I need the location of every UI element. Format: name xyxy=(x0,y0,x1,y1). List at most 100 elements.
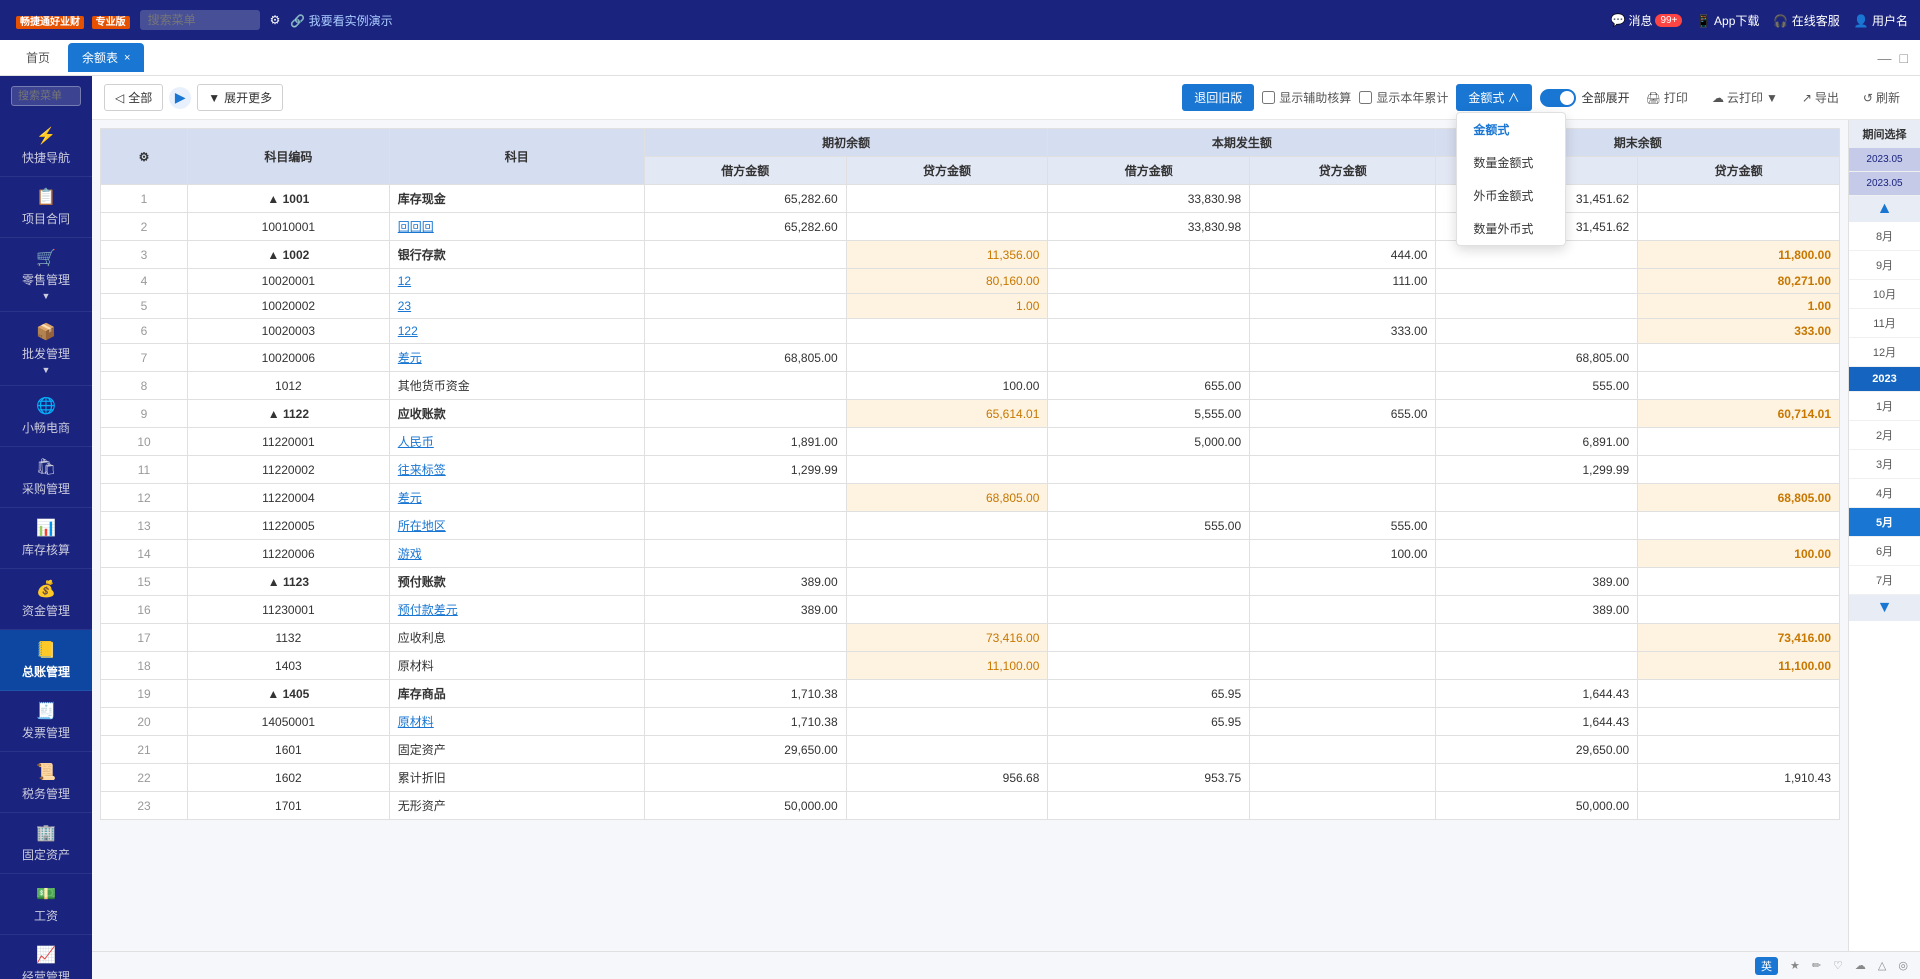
status-icon-star[interactable]: ★ xyxy=(1790,959,1800,972)
account-name-cell[interactable]: 所在地区 xyxy=(389,512,644,540)
cd-cell xyxy=(1048,792,1250,820)
ob-credit-cell: 73,416.00 xyxy=(846,624,1048,652)
account-name-cell[interactable]: 122 xyxy=(389,319,644,344)
ytd-checkbox[interactable] xyxy=(1359,91,1372,104)
period-month-7[interactable]: 7月 xyxy=(1849,566,1920,595)
nav-forward-btn[interactable]: ▶ xyxy=(169,87,191,109)
period-year-2023[interactable]: 2023 xyxy=(1849,367,1920,392)
account-code-cell: 1012 xyxy=(188,372,390,400)
table-row: 13 11220005 所在地区 555.00 555.00 xyxy=(101,512,1840,540)
amount-style-btn[interactable]: 金额式 ∧ xyxy=(1456,84,1531,111)
status-icon-circle[interactable]: ◎ xyxy=(1898,959,1908,972)
account-name-cell[interactable]: 游戏 xyxy=(389,540,644,568)
tab-window-maximize[interactable]: □ xyxy=(1900,50,1908,66)
sidebar-item-ecommerce[interactable]: 🌐 小畅电商 xyxy=(0,386,92,447)
account-name-cell[interactable]: 差元 xyxy=(389,344,644,372)
account-name-cell[interactable]: 人民币 xyxy=(389,428,644,456)
expand-more-btn[interactable]: ▼ 展开更多 xyxy=(197,84,283,111)
print-btn[interactable]: 🖨 打印 xyxy=(1638,85,1696,110)
tab-home[interactable]: 首页 xyxy=(12,43,64,72)
account-name-cell[interactable]: 原材料 xyxy=(389,708,644,736)
status-icon-edit[interactable]: ✏ xyxy=(1812,959,1821,972)
status-icon-lang[interactable]: 英 xyxy=(1755,957,1778,975)
settings-icon[interactable]: ⚙ xyxy=(270,13,281,27)
balance-table-area: ⚙ 科目编码 科目 期初余额 本期发生额 期末余额 借方金额 贷方金额 借方金额… xyxy=(92,120,1848,951)
sidebar-item-inventory[interactable]: 📊 库存核算 xyxy=(0,508,92,569)
account-name-cell[interactable]: 往来标签 xyxy=(389,456,644,484)
inventory-icon: 📊 xyxy=(36,518,56,538)
dropdown-item-qty-foreign[interactable]: 数量外币式 xyxy=(1457,212,1565,245)
amount-style-dropdown-wrapper: 金额式 ∧ 金额式 数量金额式 外币金额式 数量外币式 xyxy=(1456,84,1531,111)
sidebar-item-retail[interactable]: 🛒 零售管理 ▼ xyxy=(0,238,92,312)
toolbar: ◁ 全部 ▶ ▼ 展开更多 退回旧版 显示辅助核算 显示本年累计 xyxy=(92,76,1920,120)
sidebar-search-input[interactable] xyxy=(11,86,81,106)
account-name-cell[interactable]: 预付款差元 xyxy=(389,596,644,624)
period-month-4[interactable]: 4月 xyxy=(1849,479,1920,508)
return-old-btn[interactable]: 退回旧版 xyxy=(1182,84,1254,111)
dropdown-item-foreign-amount[interactable]: 外币金额式 xyxy=(1457,179,1565,212)
period-month-6[interactable]: 6月 xyxy=(1849,537,1920,566)
cloud-print-icon: ☁ xyxy=(1712,91,1724,105)
account-name-cell[interactable]: 差元 xyxy=(389,484,644,512)
status-icon-triangle[interactable]: △ xyxy=(1878,959,1886,972)
account-code-cell: 11220001 xyxy=(188,428,390,456)
status-icon-heart[interactable]: ♡ xyxy=(1833,959,1843,972)
sidebar-item-purchase[interactable]: 🛍 采购管理 xyxy=(0,447,92,508)
period-year-end[interactable]: 2023.05 xyxy=(1849,172,1920,196)
sidebar-item-invoice[interactable]: 🧾 发票管理 xyxy=(0,691,92,752)
auxiliary-checkbox[interactable] xyxy=(1262,91,1275,104)
dropdown-item-amount[interactable]: 金额式 xyxy=(1457,113,1565,146)
period-up-btn[interactable]: ▲ xyxy=(1849,196,1920,222)
cb-credit-cell: 333.00 xyxy=(1638,319,1840,344)
sidebar-item-capital[interactable]: 💰 资金管理 xyxy=(0,569,92,630)
app-download-btn[interactable]: 📱 App下载 xyxy=(1696,12,1759,29)
sidebar-item-fixedassets[interactable]: 🏢 固定资产 xyxy=(0,813,92,874)
sidebar-item-wholesale[interactable]: 📦 批发管理 ▼ xyxy=(0,312,92,386)
user-avatar[interactable]: 👤 用户名 xyxy=(1854,12,1908,29)
toggle-on-btn[interactable] xyxy=(1540,89,1576,107)
ob-credit-cell xyxy=(846,213,1048,241)
cd-cell xyxy=(1048,269,1250,294)
export-btn[interactable]: ↗ 导出 xyxy=(1794,85,1847,110)
export-icon: ↗ xyxy=(1802,91,1812,105)
sidebar-item-accounting[interactable]: 📒 总账管理 xyxy=(0,630,92,691)
demo-link[interactable]: 🔗 我要看实例演示 xyxy=(290,12,392,29)
period-month-1[interactable]: 1月 xyxy=(1849,392,1920,421)
account-name-cell[interactable]: 23 xyxy=(389,294,644,319)
account-code-cell: 11220005 xyxy=(188,512,390,540)
period-month-9[interactable]: 9月 xyxy=(1849,251,1920,280)
show-auxiliary-check[interactable]: 显示辅助核算 xyxy=(1262,89,1351,106)
online-service-btn[interactable]: 🎧 在线客服 xyxy=(1773,12,1839,29)
period-month-8[interactable]: 8月 xyxy=(1849,222,1920,251)
cloud-print-btn[interactable]: ☁ 云打印 ▼ xyxy=(1704,85,1786,110)
period-month-3[interactable]: 3月 xyxy=(1849,450,1920,479)
dropdown-item-qty-amount[interactable]: 数量金额式 xyxy=(1457,146,1565,179)
period-month-10[interactable]: 10月 xyxy=(1849,280,1920,309)
sidebar-item-operations[interactable]: 📈 经营管理 xyxy=(0,935,92,979)
top-search-input[interactable] xyxy=(140,10,260,30)
account-code-cell: 1602 xyxy=(188,764,390,792)
tab-close-btn[interactable]: × xyxy=(124,52,130,64)
show-ytd-check[interactable]: 显示本年累计 xyxy=(1359,89,1448,106)
period-month-12[interactable]: 12月 xyxy=(1849,338,1920,367)
refresh-btn[interactable]: ↺ 刷新 xyxy=(1855,85,1908,110)
account-name-cell[interactable]: 回回回 xyxy=(389,213,644,241)
period-month-2[interactable]: 2月 xyxy=(1849,421,1920,450)
sidebar-item-project[interactable]: 📋 项目合同 xyxy=(0,177,92,238)
tab-window-minimize[interactable]: — xyxy=(1878,50,1892,66)
tab-balance[interactable]: 余额表 × xyxy=(68,43,144,72)
account-name-cell[interactable]: 12 xyxy=(389,269,644,294)
sidebar-item-quicknav[interactable]: ⚡ 快捷导航 xyxy=(0,116,92,177)
settings-col-icon[interactable]: ⚙ xyxy=(139,150,150,164)
status-icon-cloud[interactable]: ☁ xyxy=(1855,959,1866,972)
period-month-5[interactable]: 5月 xyxy=(1849,508,1920,537)
table-period-area: ⚙ 科目编码 科目 期初余额 本期发生额 期末余额 借方金额 贷方金额 借方金额… xyxy=(92,120,1920,951)
period-down-btn[interactable]: ▼ xyxy=(1849,595,1920,621)
message-btn[interactable]: 💬 消息 99+ xyxy=(1610,12,1682,29)
cb-debit-cell xyxy=(1436,540,1638,568)
sidebar-item-tax[interactable]: 📜 税务管理 xyxy=(0,752,92,813)
sidebar-item-salary[interactable]: 💵 工资 xyxy=(0,874,92,935)
all-filter-btn[interactable]: ◁ 全部 xyxy=(104,84,163,111)
period-year-start[interactable]: 2023.05 xyxy=(1849,148,1920,172)
period-month-11[interactable]: 11月 xyxy=(1849,309,1920,338)
